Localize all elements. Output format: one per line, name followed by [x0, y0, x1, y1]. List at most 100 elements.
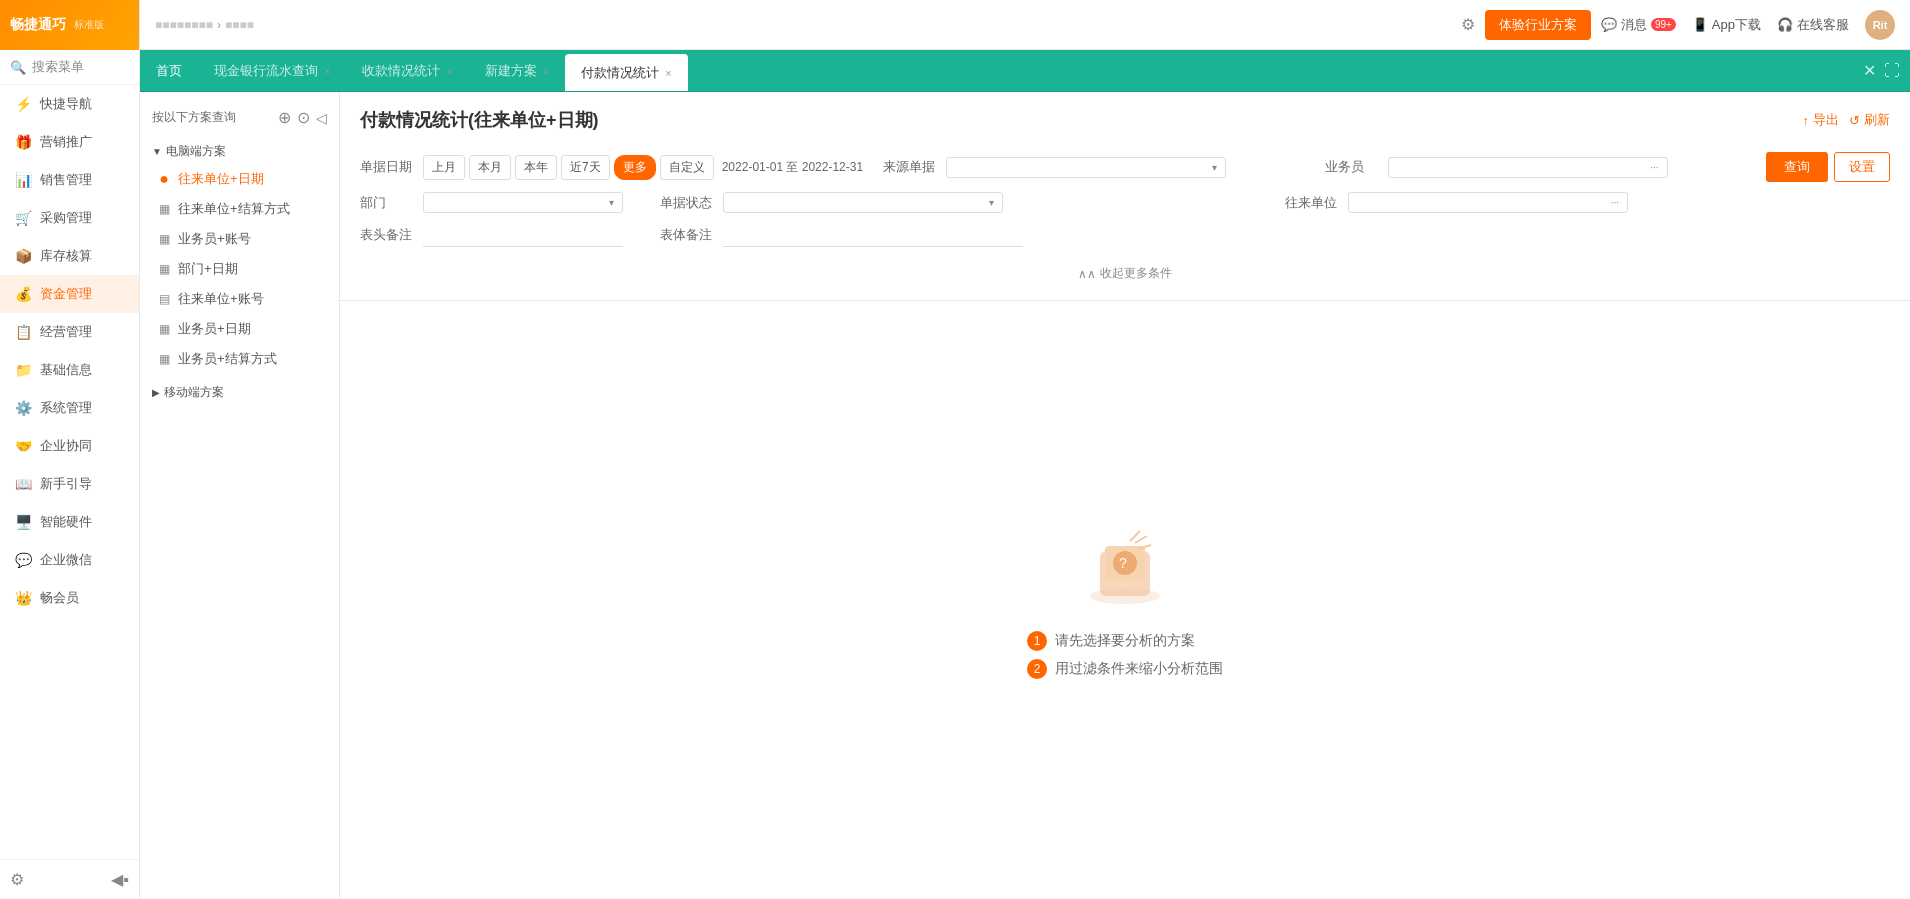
date-btn-this-year[interactable]: 本年: [515, 155, 557, 180]
source-select[interactable]: ▾: [946, 157, 1226, 178]
scheme-settings-icon[interactable]: ⊙: [297, 108, 310, 127]
unit-select[interactable]: ···: [1348, 192, 1628, 213]
scheme-table-icon4: ▦: [156, 321, 172, 337]
settings-footer-icon[interactable]: ⚙: [10, 870, 24, 889]
scheme-group-chevron: ▼: [152, 146, 162, 157]
query-btn[interactable]: 查询: [1766, 152, 1828, 182]
message-action[interactable]: 💬 消息 99+: [1601, 16, 1676, 34]
source-label: 来源单据: [883, 158, 938, 176]
sidebar-item-quick-nav[interactable]: ⚡ 快捷导航: [0, 85, 139, 123]
date-btn-last-month[interactable]: 上月: [423, 155, 465, 180]
scheme-item-staff-date[interactable]: ▦ 业务员+日期: [140, 314, 339, 344]
date-btn-more[interactable]: 更多: [614, 155, 656, 180]
sidebar-item-purchase[interactable]: 🛒 采购管理: [0, 199, 139, 237]
sidebar-edition: 标准版: [74, 18, 104, 32]
dept-select[interactable]: ▾: [423, 192, 623, 213]
sidebar-item-guide[interactable]: 📖 新手引导: [0, 465, 139, 503]
sidebar-item-enterprise[interactable]: 🤝 企业协同: [0, 427, 139, 465]
left-panel-header: 按以下方案查询 ⊕ ⊙ ◁: [140, 102, 339, 133]
sidebar-search[interactable]: 🔍 搜索菜单: [0, 50, 139, 85]
setting-btn[interactable]: 设置: [1834, 152, 1890, 182]
scheme-item-unit-account[interactable]: ▤ 往来单位+账号: [140, 284, 339, 314]
dept-label: 部门: [360, 194, 415, 212]
sidebar-item-label: 企业微信: [40, 551, 92, 569]
scheme-item-staff-settlement[interactable]: ▦ 业务员+结算方式: [140, 344, 339, 374]
close-all-tabs-icon[interactable]: ✕: [1863, 61, 1876, 80]
service-action[interactable]: 🎧 在线客服: [1777, 16, 1849, 34]
tab-payment[interactable]: 付款情况统计 ×: [565, 54, 687, 91]
tab-collection-close[interactable]: ×: [446, 65, 452, 77]
app-action[interactable]: 📱 App下载: [1692, 16, 1761, 34]
date-label: 单据日期: [360, 158, 415, 176]
sidebar-item-label: 智能硬件: [40, 513, 92, 531]
tab-new-scheme[interactable]: 新建方案 ×: [469, 50, 565, 91]
hardware-icon: 🖥️: [14, 513, 32, 531]
tab-cash-flow-close[interactable]: ×: [324, 65, 330, 77]
trial-btn[interactable]: 体验行业方案: [1485, 10, 1591, 40]
finance-icon: 💰: [14, 285, 32, 303]
enterprise-icon: 🤝: [14, 437, 32, 455]
left-panel-actions: ⊕ ⊙ ◁: [278, 108, 327, 127]
sidebar-item-business[interactable]: 📋 经营管理: [0, 313, 139, 351]
add-scheme-icon[interactable]: ⊕: [278, 108, 291, 127]
scheme-table-icon5: ▦: [156, 351, 172, 367]
scheme-item-unit-settlement[interactable]: ▦ 往来单位+结算方式: [140, 194, 339, 224]
scheme-group-desktop-header[interactable]: ▼ 电脑端方案: [140, 139, 339, 164]
date-btn-this-month[interactable]: 本月: [469, 155, 511, 180]
sidebar-item-wechat[interactable]: 💬 企业微信: [0, 541, 139, 579]
staff-label: 业务员: [1325, 158, 1380, 176]
tab-new-scheme-close[interactable]: ×: [543, 65, 549, 77]
unit-chevron-icon: ···: [1611, 197, 1619, 208]
sidebar-item-marketing[interactable]: 🎁 营销推广: [0, 123, 139, 161]
filter-notehead-item: 表头备注: [360, 223, 640, 247]
scheme-item-dept-date[interactable]: ▦ 部门+日期: [140, 254, 339, 284]
tab-collection[interactable]: 收款情况统计 ×: [346, 50, 468, 91]
filter-row-3: 表头备注 表体备注: [360, 223, 1890, 247]
scheme-group-mobile-header[interactable]: ▶ 移动端方案: [140, 380, 339, 405]
export-btn[interactable]: ↑ 导出: [1803, 111, 1840, 129]
date-btn-custom[interactable]: 自定义: [660, 155, 714, 180]
sidebar-search-label: 搜索菜单: [32, 58, 84, 76]
notebody-input[interactable]: [723, 223, 1023, 247]
scheme-item-label: 往来单位+账号: [178, 290, 264, 308]
staff-select[interactable]: ···: [1388, 157, 1668, 178]
filter-unit-item: 往来单位 ···: [1285, 192, 1890, 213]
sidebar-item-inventory[interactable]: 📦 库存核算: [0, 237, 139, 275]
unit-label: 往来单位: [1285, 194, 1340, 212]
scheme-group-mobile: ▶ 移动端方案: [140, 380, 339, 405]
tab-cash-flow[interactable]: 现金银行流水查询 ×: [198, 50, 346, 91]
quick-nav-icon: ⚡: [14, 95, 32, 113]
date-btn-7days[interactable]: 近7天: [561, 155, 610, 180]
refresh-btn[interactable]: ↺ 刷新: [1849, 111, 1890, 129]
export-label: 导出: [1813, 111, 1839, 129]
collapse-sidebar-icon[interactable]: ◀▪: [111, 870, 129, 889]
sidebar-item-system[interactable]: ⚙️ 系统管理: [0, 389, 139, 427]
notebody-label: 表体备注: [660, 226, 715, 244]
sidebar-item-basic[interactable]: 📁 基础信息: [0, 351, 139, 389]
sidebar-item-sales[interactable]: 📊 销售管理: [0, 161, 139, 199]
scheme-group-desktop: ▼ 电脑端方案 ● 往来单位+日期 ▦ 往来单位+结算方式 ▦ 业务员+账号 ▦: [140, 139, 339, 374]
sidebar-item-label: 企业协同: [40, 437, 92, 455]
notehead-input[interactable]: [423, 223, 623, 247]
collapse-filter-btn[interactable]: ∧∧ 收起更多条件: [360, 257, 1890, 290]
docstatus-select[interactable]: ▾: [723, 192, 1003, 213]
filter-notebody-item: 表体备注: [660, 223, 1890, 247]
settings-icon[interactable]: ⚙: [1461, 15, 1475, 34]
sidebar-item-member[interactable]: 👑 畅会员: [0, 579, 139, 617]
sidebar-item-finance[interactable]: 💰 资金管理: [0, 275, 139, 313]
scheme-item-staff-account[interactable]: ▦ 业务员+账号: [140, 224, 339, 254]
scheme-group-chevron2: ▶: [152, 387, 160, 398]
tab-home[interactable]: 首页: [140, 50, 198, 91]
scheme-item-unit-date[interactable]: ● 往来单位+日期: [140, 164, 339, 194]
right-panel: 付款情况统计(往来单位+日期) ↑ 导出 ↺ 刷新 单: [340, 92, 1910, 899]
tab-payment-close[interactable]: ×: [665, 67, 671, 79]
maximize-icon[interactable]: ⛶: [1884, 62, 1900, 80]
svg-text:?: ?: [1119, 555, 1127, 571]
message-icon: 💬: [1601, 17, 1617, 32]
avatar[interactable]: Rit: [1865, 10, 1895, 40]
collapse-panel-icon[interactable]: ◁: [316, 110, 327, 126]
service-label: 在线客服: [1797, 16, 1849, 34]
sidebar-item-label: 基础信息: [40, 361, 92, 379]
sidebar-item-hardware[interactable]: 🖥️ 智能硬件: [0, 503, 139, 541]
left-panel-title: 按以下方案查询: [152, 109, 236, 126]
